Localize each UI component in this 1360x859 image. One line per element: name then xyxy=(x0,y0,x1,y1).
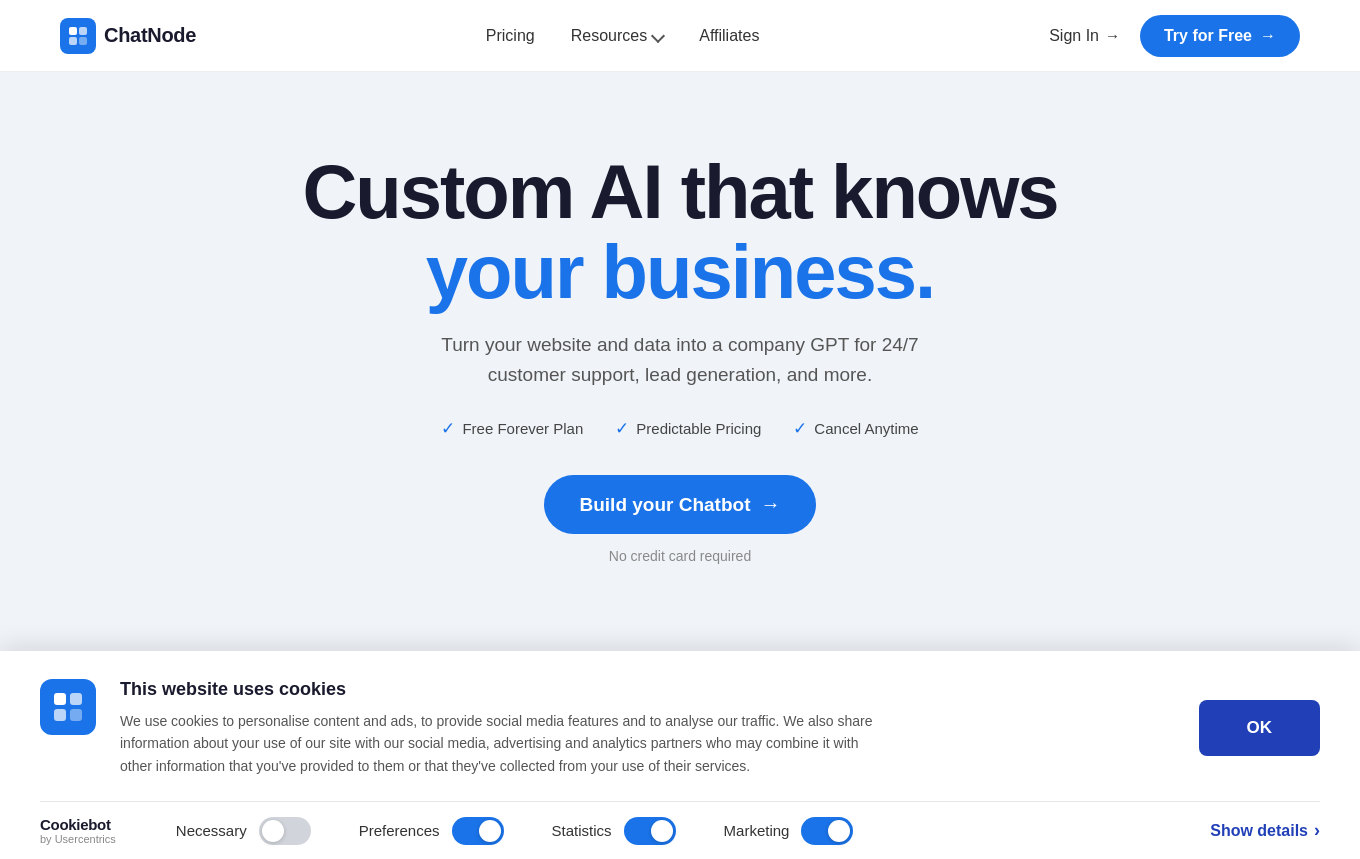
no-credit-card-text: No credit card required xyxy=(20,548,1340,564)
cookie-body-text: We use cookies to personalise content an… xyxy=(120,710,880,777)
svg-rect-0 xyxy=(69,27,77,35)
svg-rect-2 xyxy=(69,37,77,45)
marketing-toggle[interactable] xyxy=(801,817,853,845)
preferences-toggle-knob xyxy=(479,820,501,842)
nav-links: Pricing Resources Affiliates xyxy=(486,27,760,45)
hero-title: Custom AI that knows your business. xyxy=(230,152,1130,312)
svg-rect-1 xyxy=(79,27,87,35)
svg-rect-3 xyxy=(79,37,87,45)
statistics-toggle-knob xyxy=(651,820,673,842)
svg-rect-5 xyxy=(70,693,82,705)
logo-icon xyxy=(60,18,96,54)
necessary-toggle[interactable] xyxy=(259,817,311,845)
cookiebot-name: Cookiebot xyxy=(40,816,116,833)
show-details-link[interactable]: Show details › xyxy=(1210,820,1320,841)
try-free-button[interactable]: Try for Free → xyxy=(1140,15,1300,57)
logo-link[interactable]: ChatNode xyxy=(60,18,196,54)
navbar: ChatNode Pricing Resources Affiliates Si… xyxy=(0,0,1360,72)
preferences-label: Preferences xyxy=(359,822,440,839)
check-icon-1: ✓ xyxy=(441,418,455,439)
cookie-title: This website uses cookies xyxy=(120,679,1175,700)
cookiebot-brand: Cookiebot by Usercentrics xyxy=(40,816,116,845)
check-icon-3: ✓ xyxy=(793,418,807,439)
nav-affiliates[interactable]: Affiliates xyxy=(699,27,759,45)
statistics-toggle[interactable] xyxy=(624,817,676,845)
cookie-control-marketing: Marketing xyxy=(724,817,854,845)
statistics-label: Statistics xyxy=(552,822,612,839)
cookie-logo xyxy=(40,679,96,735)
cookie-controls: Necessary Preferences Statistics xyxy=(176,817,1210,845)
cookie-top-section: This website uses cookies We use cookies… xyxy=(0,651,1360,801)
resources-dropdown-icon xyxy=(651,28,665,42)
cta-arrow-icon: → xyxy=(760,493,780,516)
svg-rect-7 xyxy=(70,709,82,721)
show-details-chevron-icon: › xyxy=(1314,820,1320,841)
sign-in-arrow-icon: → xyxy=(1105,27,1120,44)
build-chatbot-button[interactable]: Build your Chatbot → xyxy=(544,475,817,534)
preferences-toggle[interactable] xyxy=(452,817,504,845)
badge-cancel: ✓ Cancel Anytime xyxy=(793,418,918,439)
cookiebot-by: by Usercentrics xyxy=(40,833,116,845)
try-free-arrow-icon: → xyxy=(1260,27,1276,45)
badge-pricing: ✓ Predictable Pricing xyxy=(615,418,761,439)
marketing-label: Marketing xyxy=(724,822,790,839)
badge-free-plan: ✓ Free Forever Plan xyxy=(441,418,583,439)
nav-actions: Sign In → Try for Free → xyxy=(1049,15,1300,57)
hero-section: Custom AI that knows your business. Turn… xyxy=(0,72,1360,624)
cookie-control-statistics: Statistics xyxy=(552,817,676,845)
cookie-ok-button[interactable]: OK xyxy=(1199,700,1321,756)
check-icon-2: ✓ xyxy=(615,418,629,439)
cookie-banner: This website uses cookies We use cookies… xyxy=(0,651,1360,859)
cookie-control-preferences: Preferences xyxy=(359,817,504,845)
hero-badges: ✓ Free Forever Plan ✓ Predictable Pricin… xyxy=(20,418,1340,439)
logo-text: ChatNode xyxy=(104,24,196,47)
svg-rect-4 xyxy=(54,693,66,705)
nav-resources[interactable]: Resources xyxy=(571,27,663,45)
cookie-bottom-section: Cookiebot by Usercentrics Necessary Pref… xyxy=(0,802,1360,859)
hero-subtitle: Turn your website and data into a compan… xyxy=(420,330,940,391)
cookie-content: This website uses cookies We use cookies… xyxy=(120,679,1175,777)
necessary-toggle-knob xyxy=(262,820,284,842)
sign-in-button[interactable]: Sign In → xyxy=(1049,27,1120,45)
marketing-toggle-knob xyxy=(828,820,850,842)
necessary-label: Necessary xyxy=(176,822,247,839)
nav-pricing[interactable]: Pricing xyxy=(486,27,535,45)
svg-rect-6 xyxy=(54,709,66,721)
cookie-control-necessary: Necessary xyxy=(176,817,311,845)
